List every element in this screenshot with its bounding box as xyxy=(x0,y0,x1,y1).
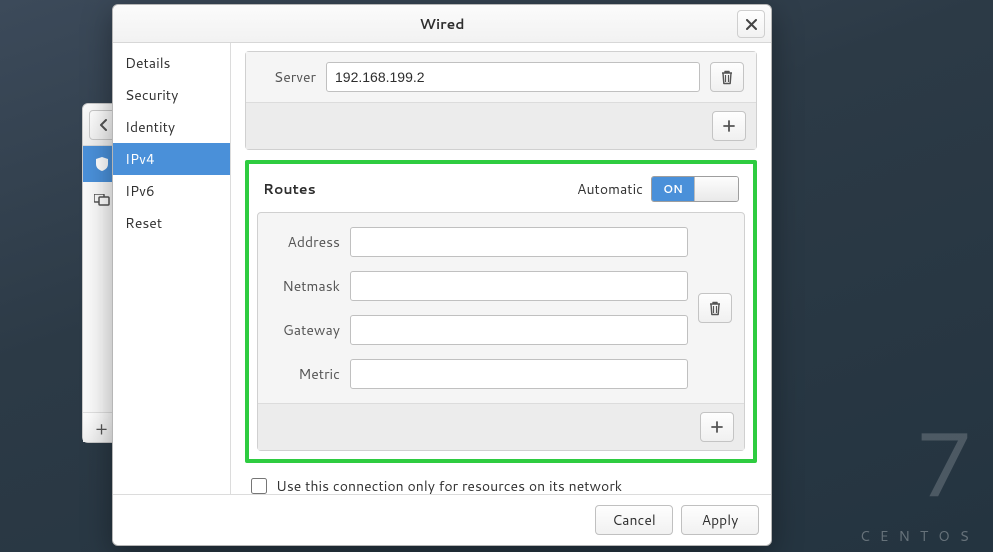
dialog-title: Wired xyxy=(113,14,771,34)
sidebar-item-label: Security xyxy=(125,85,178,105)
sidebar-item-reset[interactable]: Reset xyxy=(113,207,230,239)
dialog-button-bar: Cancel Apply xyxy=(113,494,771,545)
switch-knob xyxy=(694,177,738,201)
switch-on-text: ON xyxy=(652,177,694,201)
route-address-input[interactable] xyxy=(350,227,688,257)
sidebar-item-ipv6[interactable]: IPv6 xyxy=(113,175,230,207)
route-gateway-label: Gateway xyxy=(270,320,340,340)
cancel-button-label: Cancel xyxy=(612,510,656,530)
dns-server-input[interactable] xyxy=(326,62,700,92)
resources-only-label: Use this connection only for resources o… xyxy=(276,476,622,494)
route-netmask-input[interactable] xyxy=(350,271,688,301)
route-metric-input[interactable] xyxy=(350,359,688,389)
sidebar-item-label: Reset xyxy=(125,213,162,233)
route-netmask-label: Netmask xyxy=(270,276,340,296)
routes-title: Routes xyxy=(263,179,316,199)
route-metric-label: Metric xyxy=(270,364,340,384)
routes-panel: Address Netmask Gateway xyxy=(257,212,745,451)
route-add-button[interactable] xyxy=(700,412,734,442)
ipv4-settings-panel: Server Routes Automatic xyxy=(231,43,771,494)
sidebar-item-ipv4[interactable]: IPv4 xyxy=(113,143,230,175)
sidebar-item-label: Details xyxy=(125,53,171,73)
wired-connection-dialog: Wired Details Security Identity IPv4 IPv… xyxy=(112,4,772,546)
routes-automatic-switch[interactable]: ON xyxy=(651,176,739,202)
routes-automatic-label: Automatic xyxy=(577,179,643,199)
dns-server-label: Server xyxy=(258,67,316,87)
sidebar-item-label: Identity xyxy=(125,117,175,137)
sidebar-item-identity[interactable]: Identity xyxy=(113,111,230,143)
brand-name: CENTOS xyxy=(860,526,979,546)
resources-only-row[interactable]: Use this connection only for resources o… xyxy=(245,471,757,494)
routes-highlight: Routes Automatic ON Address xyxy=(245,160,757,463)
cancel-button[interactable]: Cancel xyxy=(595,505,673,535)
route-address-label: Address xyxy=(270,232,340,252)
dns-panel: Server xyxy=(245,51,757,150)
settings-sidebar: Details Security Identity IPv4 IPv6 Rese… xyxy=(113,43,231,494)
dns-delete-button[interactable] xyxy=(710,62,744,92)
route-gateway-input[interactable] xyxy=(350,315,688,345)
resources-only-checkbox[interactable] xyxy=(251,478,267,494)
sidebar-item-label: IPv6 xyxy=(125,181,155,201)
sidebar-item-details[interactable]: Details xyxy=(113,47,230,79)
dialog-titlebar[interactable]: Wired xyxy=(113,5,771,43)
apply-button-label: Apply xyxy=(702,510,739,530)
dns-add-button[interactable] xyxy=(712,111,746,141)
apply-button[interactable]: Apply xyxy=(681,505,759,535)
close-icon[interactable] xyxy=(737,10,765,38)
route-delete-button[interactable] xyxy=(698,293,732,323)
brand-version: 7 xyxy=(916,399,973,526)
sidebar-item-label: IPv4 xyxy=(125,149,155,169)
sidebar-item-security[interactable]: Security xyxy=(113,79,230,111)
